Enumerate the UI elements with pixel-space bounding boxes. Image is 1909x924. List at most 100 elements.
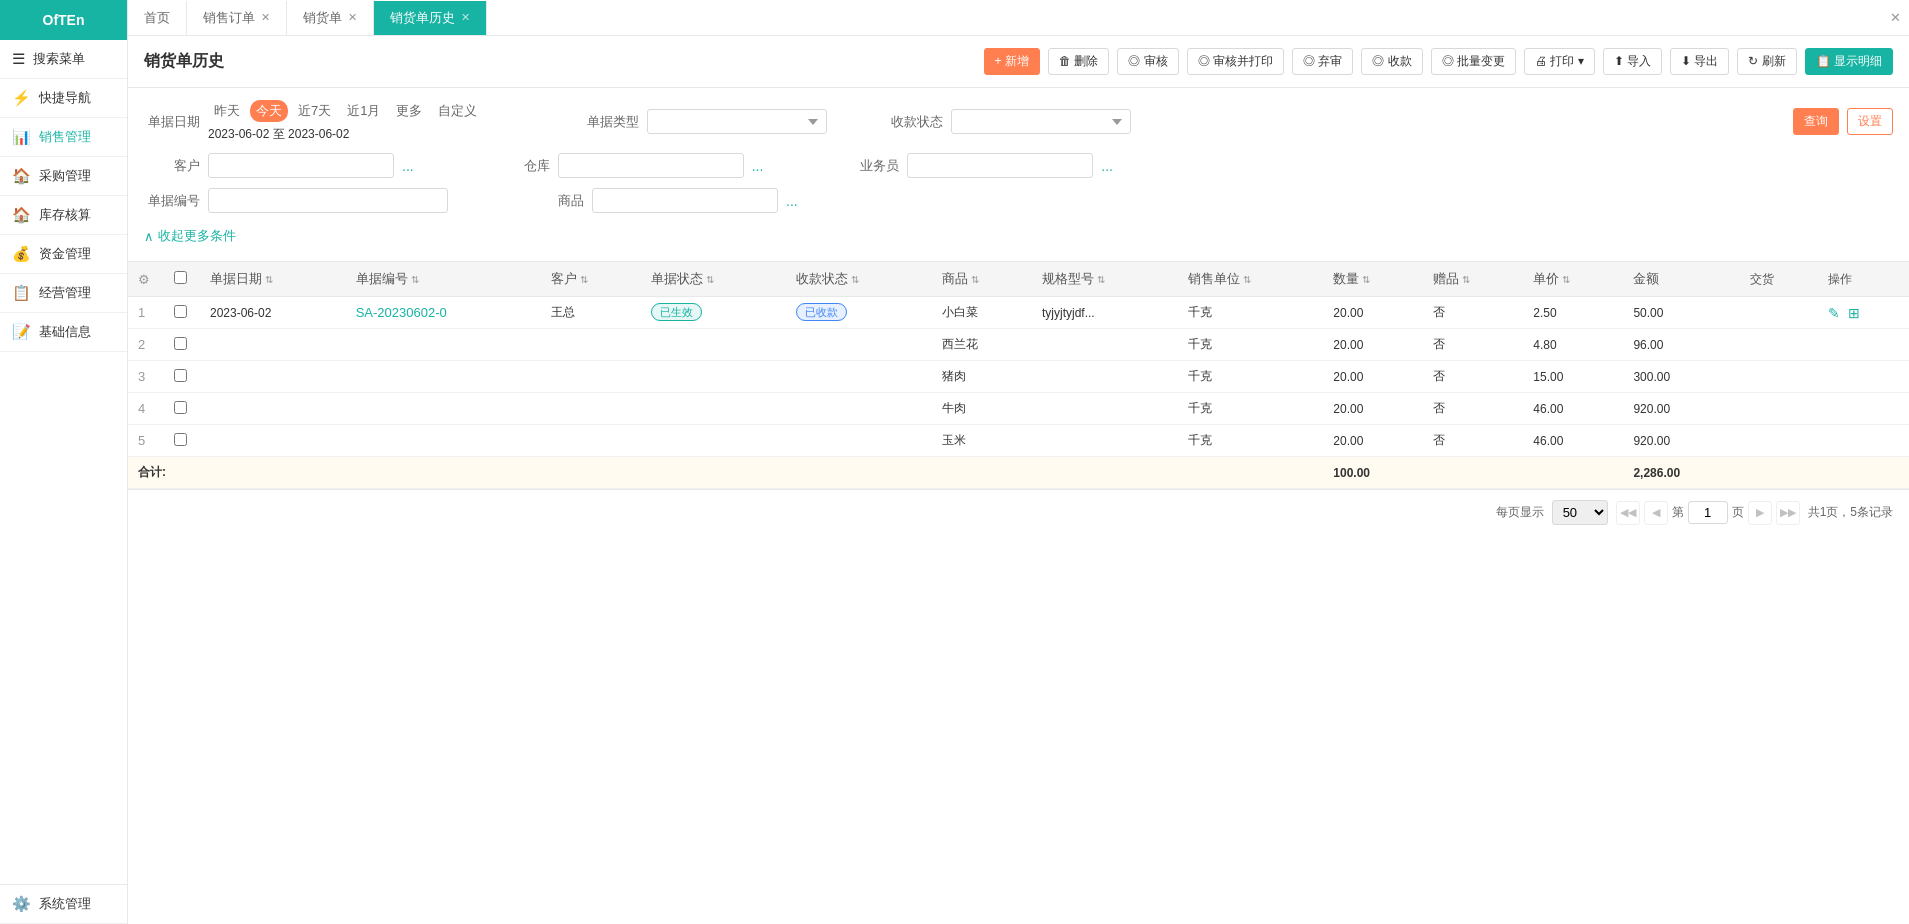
customer-dots-btn[interactable]: ... bbox=[402, 158, 414, 174]
row-amount: 300.00 bbox=[1623, 361, 1740, 393]
tab-sales-doc-close[interactable]: ✕ bbox=[348, 11, 357, 24]
column-settings-icon[interactable]: ⚙ bbox=[138, 272, 150, 287]
sidebar-item-search-menu[interactable]: ☰ 搜索菜单 bbox=[0, 40, 127, 79]
tab-sales-order-close[interactable]: ✕ bbox=[261, 11, 270, 24]
row-price: 46.00 bbox=[1523, 425, 1623, 457]
warehouse-dots-btn[interactable]: ... bbox=[752, 158, 764, 174]
date-tag-7days[interactable]: 近7天 bbox=[292, 100, 337, 122]
row-checkbox[interactable] bbox=[174, 305, 187, 318]
date-tag-today[interactable]: 今天 bbox=[250, 100, 288, 122]
salesperson-input[interactable] bbox=[907, 153, 1093, 178]
th-spec-sort[interactable]: 规格型号 ⇅ bbox=[1042, 270, 1168, 288]
warehouse-input[interactable] bbox=[558, 153, 744, 178]
import-btn[interactable]: ⬆ 导入 bbox=[1603, 48, 1662, 75]
row-price: 46.00 bbox=[1523, 393, 1623, 425]
search-menu-icon: ☰ bbox=[12, 50, 25, 68]
row-settings-cell: 2 bbox=[128, 329, 164, 361]
settings-btn[interactable]: 设置 bbox=[1847, 108, 1893, 135]
salesperson-dots-btn[interactable]: ... bbox=[1101, 158, 1113, 174]
th-amount-sort[interactable]: 金额 bbox=[1633, 270, 1730, 288]
date-tag-yesterday[interactable]: 昨天 bbox=[208, 100, 246, 122]
row-checkbox[interactable] bbox=[174, 433, 187, 446]
th-date-sort[interactable]: 单据日期 ⇅ bbox=[210, 270, 336, 288]
doc-no-link[interactable]: SA-20230602-0 bbox=[356, 305, 447, 320]
tab-sales-doc[interactable]: 销货单 ✕ bbox=[287, 1, 374, 35]
row-checkbox[interactable] bbox=[174, 337, 187, 350]
export-btn[interactable]: ⬇ 导出 bbox=[1670, 48, 1729, 75]
page-input[interactable] bbox=[1688, 501, 1728, 524]
customer-input[interactable] bbox=[208, 153, 394, 178]
th-gift: 赠品 ⇅ bbox=[1423, 262, 1523, 297]
sidebar-item-system-mgmt[interactable]: ⚙️ 系统管理 bbox=[0, 884, 127, 924]
page-prev-btn[interactable]: ◀ bbox=[1644, 501, 1668, 525]
abandon-btn[interactable]: ◎ 弃审 bbox=[1292, 48, 1353, 75]
row-settings-cell: 1 bbox=[128, 297, 164, 329]
row-spec bbox=[1032, 361, 1178, 393]
row-checkbox[interactable] bbox=[174, 401, 187, 414]
total-info: 共1页，5条记录 bbox=[1808, 504, 1893, 521]
th-no-sort[interactable]: 单据编号 ⇅ bbox=[356, 270, 531, 288]
page-first-btn[interactable]: ◀◀ bbox=[1616, 501, 1640, 525]
more-icon[interactable]: ⊞ bbox=[1848, 305, 1860, 321]
tab-sales-history[interactable]: 销货单历史 ✕ bbox=[374, 1, 487, 35]
tab-sales-order[interactable]: 销售订单 ✕ bbox=[187, 1, 287, 35]
th-price-sort[interactable]: 单价 ⇅ bbox=[1533, 270, 1613, 288]
sidebar-item-basic-info[interactable]: 📝 基础信息 bbox=[0, 313, 127, 352]
delete-btn[interactable]: 🗑 删除 bbox=[1048, 48, 1109, 75]
goods-input[interactable] bbox=[592, 188, 778, 213]
tab-home[interactable]: 首页 bbox=[128, 1, 187, 35]
review-print-btn[interactable]: ◎ 审核并打印 bbox=[1187, 48, 1284, 75]
row-qty: 20.00 bbox=[1323, 297, 1423, 329]
sidebar-item-purchase-mgmt[interactable]: 🏠 采购管理 bbox=[0, 157, 127, 196]
sidebar-item-sales-mgmt[interactable]: 📊 销售管理 bbox=[0, 118, 127, 157]
th-goods-sort[interactable]: 商品 ⇅ bbox=[942, 270, 1022, 288]
page-header: 销货单历史 + 新增 🗑 删除 ◎ 审核 ◎ 审核并打印 ◎ 弃审 ◎ 收款 ◎… bbox=[128, 36, 1909, 88]
row-checkbox[interactable] bbox=[174, 369, 187, 382]
sidebar-item-fund-mgmt[interactable]: 💰 资金管理 bbox=[0, 235, 127, 274]
date-tag-custom[interactable]: 自定义 bbox=[432, 100, 483, 122]
goods-dots-btn[interactable]: ... bbox=[786, 193, 798, 209]
refresh-btn[interactable]: ↻ 刷新 bbox=[1737, 48, 1796, 75]
sidebar-item-inventory[interactable]: 🏠 库存核算 bbox=[0, 196, 127, 235]
row-checkbox-cell bbox=[164, 393, 200, 425]
th-qty-sort[interactable]: 数量 ⇅ bbox=[1333, 270, 1413, 288]
print-btn[interactable]: 🖨 打印 ▾ bbox=[1524, 48, 1595, 75]
tabs-close-all[interactable]: ✕ bbox=[1882, 10, 1909, 25]
receive-btn[interactable]: ◎ 收款 bbox=[1361, 48, 1422, 75]
unit-sort-icon: ⇅ bbox=[1243, 274, 1251, 285]
th-customer-sort[interactable]: 客户 ⇅ bbox=[551, 270, 631, 288]
filter-doc-no: 单据编号 bbox=[144, 188, 448, 213]
row-date bbox=[200, 361, 346, 393]
doc-no-input[interactable] bbox=[208, 188, 448, 213]
th-gift-sort[interactable]: 赠品 ⇅ bbox=[1433, 270, 1513, 288]
select-all-checkbox[interactable] bbox=[174, 271, 187, 284]
query-btn[interactable]: 查询 bbox=[1793, 108, 1839, 135]
tab-sales-history-close[interactable]: ✕ bbox=[461, 11, 470, 24]
payment-status-select[interactable] bbox=[951, 109, 1131, 134]
add-btn[interactable]: + 新增 bbox=[984, 48, 1040, 75]
batch-change-btn[interactable]: ◎ 批量变更 bbox=[1431, 48, 1516, 75]
date-tag-1month[interactable]: 近1月 bbox=[341, 100, 386, 122]
no-sort-icon: ⇅ bbox=[411, 274, 419, 285]
page-next-btn[interactable]: ▶ bbox=[1748, 501, 1772, 525]
collapse-btn[interactable]: ∧ 收起更多条件 bbox=[144, 223, 1893, 249]
page-last-btn[interactable]: ▶▶ bbox=[1776, 501, 1800, 525]
sidebar-item-label: 搜索菜单 bbox=[33, 50, 85, 68]
table-body: 1 2023-06-02 SA-20230602-0 王总 已生效 已收款 小白… bbox=[128, 297, 1909, 457]
th-doc-status-sort[interactable]: 单据状态 ⇅ bbox=[651, 270, 777, 288]
th-unit-sort[interactable]: 销售单位 ⇅ bbox=[1188, 270, 1314, 288]
th-pay-status-sort[interactable]: 收款状态 ⇅ bbox=[796, 270, 922, 288]
doc-type-select[interactable] bbox=[647, 109, 827, 134]
row-customer bbox=[541, 425, 641, 457]
edit-icon[interactable]: ✎ bbox=[1828, 305, 1840, 321]
review-btn[interactable]: ◎ 审核 bbox=[1117, 48, 1178, 75]
page-inner: 销货单历史 + 新增 🗑 删除 ◎ 审核 ◎ 审核并打印 ◎ 弃审 ◎ 收款 ◎… bbox=[128, 36, 1909, 924]
footer-label: 合计: bbox=[128, 457, 200, 489]
page-size-select[interactable]: 50 100 200 bbox=[1552, 500, 1608, 525]
date-tag-more[interactable]: 更多 bbox=[390, 100, 428, 122]
row-pay-status bbox=[786, 425, 932, 457]
show-detail-btn[interactable]: 📋 显示明细 bbox=[1805, 48, 1893, 75]
sidebar-item-quick-nav[interactable]: ⚡ 快捷导航 bbox=[0, 79, 127, 118]
th-date: 单据日期 ⇅ bbox=[200, 262, 346, 297]
sidebar-item-operations-mgmt[interactable]: 📋 经营管理 bbox=[0, 274, 127, 313]
